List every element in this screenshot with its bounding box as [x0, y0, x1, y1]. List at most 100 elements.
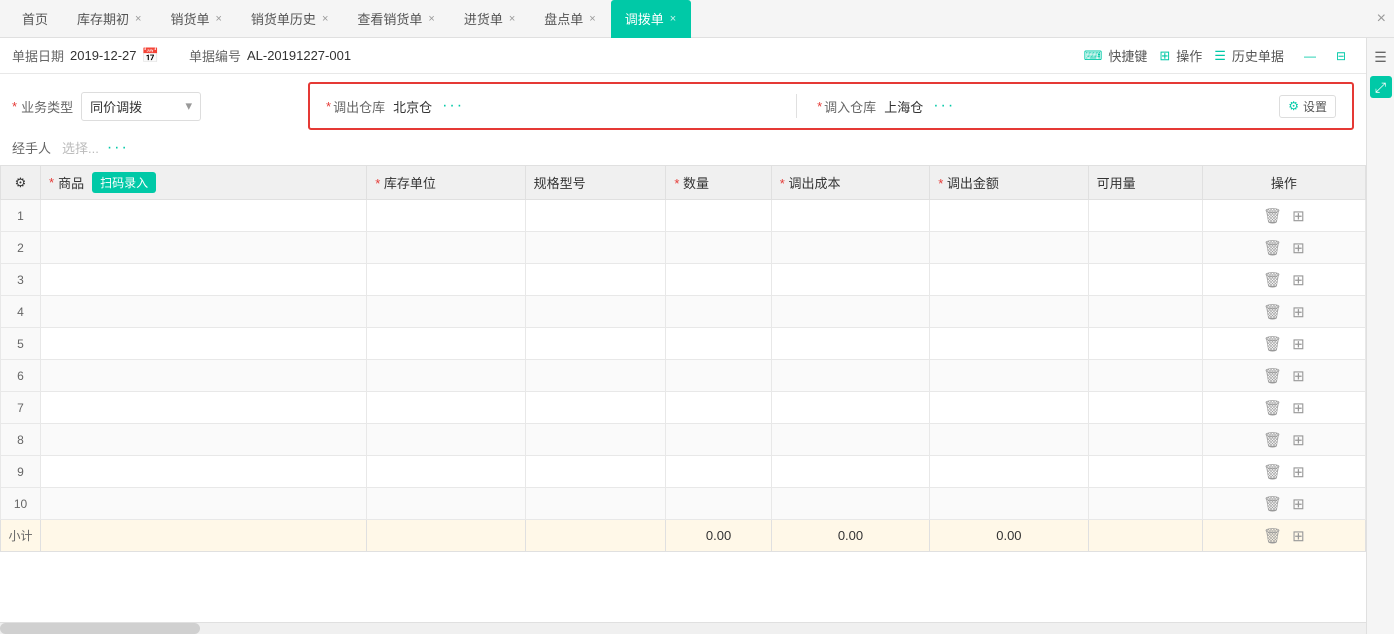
cell-available[interactable]: [1088, 360, 1202, 392]
cell-quantity[interactable]: [666, 392, 771, 424]
cell-transfer-cost[interactable]: [771, 456, 929, 488]
tab-inventory-check[interactable]: 盘点单 ×: [530, 0, 610, 38]
cell-quantity[interactable]: [666, 488, 771, 520]
cell-product[interactable]: [41, 456, 367, 488]
cell-quantity[interactable]: [666, 328, 771, 360]
cell-unit[interactable]: [367, 232, 525, 264]
cell-transfer-cost[interactable]: [771, 232, 929, 264]
cell-transfer-amount[interactable]: [930, 456, 1088, 488]
cell-transfer-amount[interactable]: [930, 232, 1088, 264]
cell-transfer-amount[interactable]: [930, 392, 1088, 424]
cell-transfer-amount[interactable]: [930, 360, 1088, 392]
cell-product[interactable]: [41, 200, 367, 232]
history-btn[interactable]: ☰ 历史单据: [1214, 46, 1284, 65]
tab-purchase[interactable]: 进货单 ×: [450, 0, 530, 38]
row-delete-btn[interactable]: 🗑: [1261, 333, 1284, 355]
cell-transfer-cost[interactable]: [771, 488, 929, 520]
actions-btn[interactable]: ⊞ 操作: [1159, 46, 1202, 65]
cell-quantity[interactable]: [666, 424, 771, 456]
tab-home[interactable]: 首页: [8, 0, 63, 38]
subtotal-copy-btn[interactable]: ⊞: [1290, 525, 1307, 547]
cell-transfer-cost[interactable]: [771, 392, 929, 424]
cell-quantity[interactable]: [666, 360, 771, 392]
row-copy-btn[interactable]: ⊞: [1290, 397, 1307, 419]
layout-btn[interactable]: —: [1296, 47, 1324, 65]
row-delete-btn[interactable]: 🗑: [1261, 461, 1284, 483]
cell-product[interactable]: [41, 328, 367, 360]
row-copy-btn[interactable]: ⊞: [1290, 493, 1307, 515]
cell-available[interactable]: [1088, 424, 1202, 456]
row-copy-btn[interactable]: ⊞: [1290, 301, 1307, 323]
horizontal-scrollbar[interactable]: [0, 622, 1366, 634]
cell-spec[interactable]: [525, 200, 666, 232]
sidebar-expand-icon[interactable]: ⤢: [1370, 76, 1392, 98]
cell-product[interactable]: [41, 296, 367, 328]
cell-unit[interactable]: [367, 456, 525, 488]
cell-spec[interactable]: [525, 232, 666, 264]
subtotal-delete-btn[interactable]: 🗑: [1261, 525, 1284, 547]
cell-unit[interactable]: [367, 296, 525, 328]
cell-transfer-cost[interactable]: [771, 264, 929, 296]
cell-transfer-cost[interactable]: [771, 200, 929, 232]
cell-unit[interactable]: [367, 488, 525, 520]
cell-spec[interactable]: [525, 392, 666, 424]
cell-spec[interactable]: [525, 424, 666, 456]
tab-close-inventory-check[interactable]: ×: [589, 13, 595, 25]
cell-unit[interactable]: [367, 328, 525, 360]
cell-quantity[interactable]: [666, 456, 771, 488]
row-delete-btn[interactable]: 🗑: [1261, 397, 1284, 419]
cell-available[interactable]: [1088, 488, 1202, 520]
cell-product[interactable]: [41, 360, 367, 392]
row-delete-btn[interactable]: 🗑: [1261, 493, 1284, 515]
tab-close-transfer[interactable]: ×: [670, 13, 676, 25]
cell-transfer-cost[interactable]: [771, 296, 929, 328]
cell-quantity[interactable]: [666, 200, 771, 232]
cell-transfer-amount[interactable]: [930, 328, 1088, 360]
cell-spec[interactable]: [525, 488, 666, 520]
cell-quantity[interactable]: [666, 296, 771, 328]
transfer-in-more[interactable]: ···: [933, 97, 955, 115]
cell-transfer-amount[interactable]: [930, 424, 1088, 456]
cell-product[interactable]: [41, 424, 367, 456]
th-settings[interactable]: ⚙: [1, 166, 41, 200]
row-delete-btn[interactable]: 🗑: [1261, 237, 1284, 259]
cell-available[interactable]: [1088, 296, 1202, 328]
tab-inventory-init[interactable]: 库存期初 ×: [63, 0, 156, 38]
cell-unit[interactable]: [367, 200, 525, 232]
cell-spec[interactable]: [525, 264, 666, 296]
cell-spec[interactable]: [525, 328, 666, 360]
cell-unit[interactable]: [367, 360, 525, 392]
cell-unit[interactable]: [367, 392, 525, 424]
shortcuts-btn[interactable]: ⌨ 快捷键: [1084, 46, 1148, 65]
sidebar-list-icon[interactable]: ☰: [1370, 46, 1392, 68]
cell-available[interactable]: [1088, 264, 1202, 296]
cell-transfer-cost[interactable]: [771, 328, 929, 360]
row-delete-btn[interactable]: 🗑: [1261, 365, 1284, 387]
split-btn[interactable]: ⊟: [1328, 47, 1354, 65]
cell-available[interactable]: [1088, 456, 1202, 488]
operator-more[interactable]: ···: [107, 139, 129, 157]
row-copy-btn[interactable]: ⊞: [1290, 269, 1307, 291]
tab-transfer[interactable]: 调拨单 ×: [611, 0, 691, 38]
row-delete-btn[interactable]: 🗑: [1261, 205, 1284, 227]
tab-close-sales-history[interactable]: ×: [322, 13, 328, 25]
cell-transfer-cost[interactable]: [771, 424, 929, 456]
row-delete-btn[interactable]: 🗑: [1261, 301, 1284, 323]
warehouse-setting-btn[interactable]: ⚙ 设置: [1279, 95, 1336, 118]
cell-product[interactable]: [41, 264, 367, 296]
cell-available[interactable]: [1088, 200, 1202, 232]
cell-spec[interactable]: [525, 456, 666, 488]
tab-sales-history[interactable]: 销货单历史 ×: [237, 0, 343, 38]
cell-transfer-amount[interactable]: [930, 200, 1088, 232]
cell-unit[interactable]: [367, 424, 525, 456]
row-copy-btn[interactable]: ⊞: [1290, 205, 1307, 227]
row-delete-btn[interactable]: 🗑: [1261, 269, 1284, 291]
tab-sales-order[interactable]: 销货单 ×: [156, 0, 236, 38]
tab-close-inventory-init[interactable]: ×: [135, 13, 141, 25]
row-copy-btn[interactable]: ⊞: [1290, 333, 1307, 355]
row-delete-btn[interactable]: 🗑: [1261, 429, 1284, 451]
tab-close-purchase[interactable]: ×: [509, 13, 515, 25]
cell-product[interactable]: [41, 232, 367, 264]
scan-button[interactable]: 扫码录入: [92, 172, 156, 193]
cell-quantity[interactable]: [666, 232, 771, 264]
